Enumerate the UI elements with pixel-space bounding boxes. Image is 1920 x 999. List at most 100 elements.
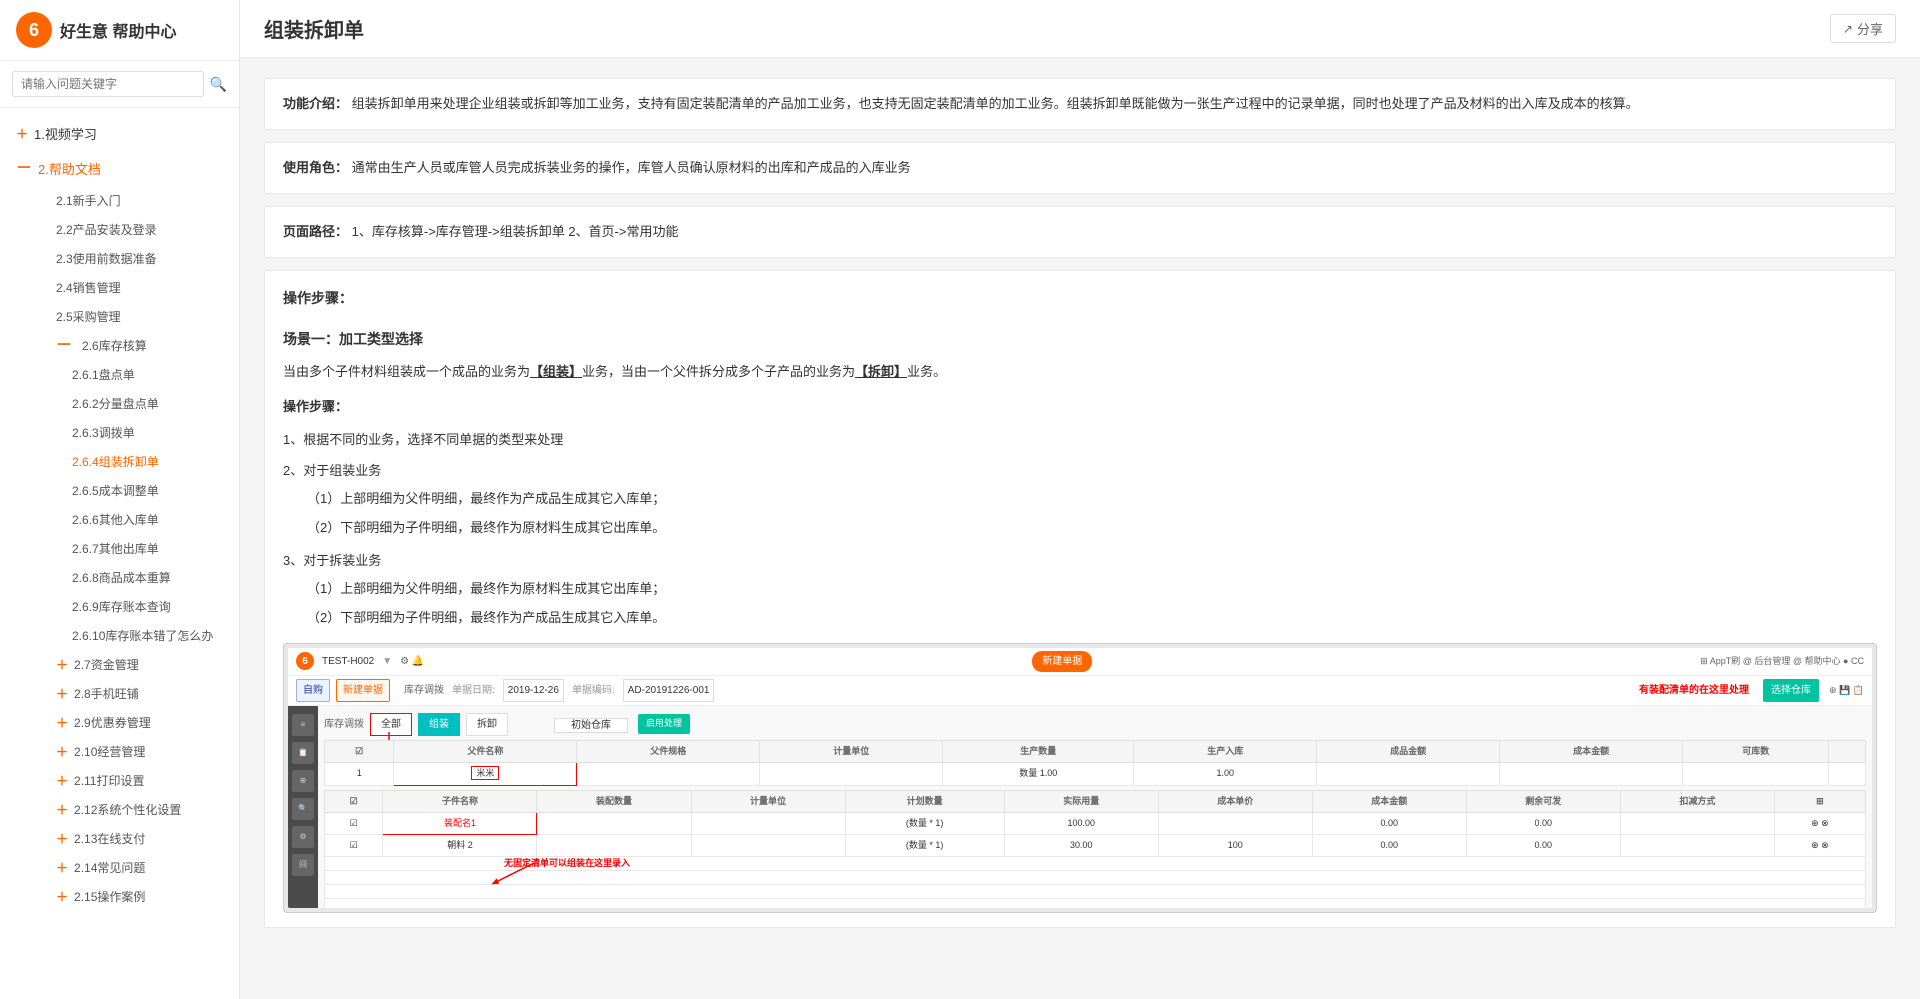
ss-toolbar-tab-home: 自购	[296, 679, 330, 702]
sidebar-item-cost-calc[interactable]: 2.6.8商品成本重算	[44, 563, 239, 592]
ss-td-prod-qty: 数量 1.00	[943, 763, 1134, 785]
ss-warehouse-input[interactable]: 初始仓库	[554, 718, 628, 733]
ss-table-parent: ☑ 父件名称 父件规格 计量单位 生产数量 生产入库 成品金额 成本金额	[324, 740, 1866, 785]
sidebar-item-ledger-query[interactable]: 2.6.9库存账本查询	[44, 592, 239, 621]
sidebar-item-label: 2.3使用前数据准备	[56, 250, 157, 267]
sidebar-item-label: 2.6.8商品成本重算	[72, 569, 171, 586]
sidebar-item-print[interactable]: ＋ 2.11打印设置	[28, 766, 239, 795]
ss-apply-btn[interactable]: 启用处理	[638, 714, 690, 733]
sidebar-item-label: 2.6.3调拨单	[72, 424, 135, 441]
sidebar-item-new[interactable]: 2.1新手入门	[28, 186, 239, 215]
plus-icon: ＋	[56, 772, 68, 789]
ss-annotation-1-text: 有装配清单的在这里处理	[1639, 681, 1749, 700]
ss-th-product-amount: 成品金额	[1317, 741, 1500, 763]
ss-table-child: ☑ 子件名称 装配数量 计量单位 计划数量 实际用量 成本单价 成本金额	[324, 790, 1866, 908]
sidebar-item-faq[interactable]: ＋ 2.14常见问题	[28, 853, 239, 882]
ss-topbar-right: ⊞ AppT刷 @ 后台管理 @ 帮助中心 ● CC	[1700, 653, 1864, 670]
ss-annotation-4-text: 无固定清单可以组装在这里录入	[504, 855, 630, 872]
search-icon[interactable]: 🔍	[210, 76, 227, 93]
ss-td-empty-5	[325, 884, 1866, 898]
search-input[interactable]	[12, 71, 204, 97]
plus-icon: ＋	[56, 656, 68, 673]
sidebar-item-install[interactable]: 2.2产品安装及登录	[28, 215, 239, 244]
sidebar-item-mobile[interactable]: ＋ 2.8手机旺铺	[28, 679, 239, 708]
sidebar-item-label: 2.6.4组装拆卸单	[72, 453, 159, 470]
ss-td2-cost-amt2: 0.00	[1312, 834, 1466, 856]
sidebar-item-label: 2.6库存核算	[82, 337, 147, 354]
ss-td-unit	[760, 763, 943, 785]
ss-type-assembly-btn[interactable]: 组装	[418, 713, 460, 736]
sidebar-item-assembly[interactable]: 2.6.4组装拆卸单	[44, 447, 239, 476]
sidebar-item-label: 2.8手机旺铺	[74, 685, 139, 702]
sidebar-item-sales[interactable]: 2.4销售管理	[28, 273, 239, 302]
sidebar-item-split-stocktake[interactable]: 2.6.2分量盘点单	[44, 389, 239, 418]
sidebar-item-label: 2.6.2分量盘点单	[72, 395, 159, 412]
ss-td2-plan-qty2: (数量 * 1)	[845, 834, 1004, 856]
step-2-1: （1）上部明细为父件明细，最终作为产成品生成其它入库单；	[307, 487, 1877, 512]
sidebar-item-adjust[interactable]: 2.6.3调拨单	[44, 418, 239, 447]
sidebar-item-label: 1.视频学习	[34, 124, 97, 143]
ss-nav-icon-2: 📋	[292, 742, 314, 764]
ss-confirm-btn[interactable]: 选择仓库	[1763, 679, 1819, 702]
sidebar-item-ledger-error[interactable]: 2.6.10库存账本错了怎么办	[44, 621, 239, 650]
ss-td2-actual: 100.00	[1004, 812, 1158, 834]
page-title: 组装拆卸单	[264, 14, 364, 43]
sidebar-item-stocktake[interactable]: 2.6.1盘点单	[44, 360, 239, 389]
sidebar-item-docs[interactable]: － 2.帮助文档	[0, 151, 239, 186]
sidebar-item-label: 2.6.10库存账本错了怎么办	[72, 627, 213, 644]
ss-td2-asm-qty	[537, 812, 691, 834]
plus-icon: ＋	[56, 801, 68, 818]
path-intro-block: 页面路径： 1、库存核算->库存管理->组装拆卸单 2、首页->常用功能	[264, 206, 1896, 258]
share-button[interactable]: ↗ 分享	[1830, 14, 1896, 43]
sidebar-item-coupon[interactable]: ＋ 2.9优惠券管理	[28, 708, 239, 737]
ss-annotation-3-area: 初始仓库	[554, 712, 628, 737]
sidebar-item-cases[interactable]: ＋ 2.15操作案例	[28, 882, 239, 911]
ss-new-doc-btn: 新建单据	[1032, 651, 1092, 672]
sidebar-item-label: 2.6.7其他出库单	[72, 540, 159, 557]
feature-text: 组装拆卸单用来处理企业组装或拆卸等加工业务，支持有固定装配清单的产品加工业务，也…	[352, 96, 1639, 111]
ss-th-unit: 计量单位	[760, 741, 943, 763]
ss-th2-cost-amount: 成本金额	[1312, 790, 1466, 812]
sidebar-item-purchase[interactable]: 2.5采购管理	[28, 302, 239, 331]
minus-icon-storage: －	[56, 338, 72, 354]
sidebar-item-label: 2.4销售管理	[56, 279, 121, 296]
ss-td2-deduct	[1620, 812, 1774, 834]
sidebar-item-ops[interactable]: ＋ 2.10经营管理	[28, 737, 239, 766]
table-row: ☑ 装配名1 (数量 * 1) 100.00 0.00	[325, 812, 1866, 834]
sidebar-item-finance[interactable]: ＋ 2.7资金管理	[28, 650, 239, 679]
table-row: 1 米米 数量 1.00 1.00	[325, 763, 1866, 785]
search-box: 🔍	[0, 61, 239, 108]
ss-td-name-inner: 米米	[471, 766, 499, 780]
step-3-1: （1）上部明细为父件明细，最终作为原材料生成其它出库单；	[307, 577, 1877, 602]
sidebar-item-out-other[interactable]: 2.6.7其他出库单	[44, 534, 239, 563]
sidebar-item-prepare[interactable]: 2.3使用前数据准备	[28, 244, 239, 273]
ss-topbar-arrow: ▼	[382, 652, 392, 671]
sidebar-item-personalize[interactable]: ＋ 2.12系统个性化设置	[28, 795, 239, 824]
ss-td-empty-6	[325, 898, 1866, 907]
sidebar-item-label: 2.9优惠券管理	[74, 714, 151, 731]
ss-type-disassemble-btn[interactable]: 拆卸	[466, 713, 508, 736]
sidebar-item-cost-adjust[interactable]: 2.6.5成本调整单	[44, 476, 239, 505]
feature-label: 功能介绍：	[283, 96, 348, 111]
sidebar-item-storage[interactable]: － 2.6库存核算	[28, 331, 239, 360]
role-text: 通常由生产人员或库管人员完成拆装业务的操作，库管人员确认原材料的出库和产成品的入…	[352, 160, 911, 175]
scene1-ops-label: 操作步骤：	[283, 395, 1877, 420]
table-row	[325, 870, 1866, 884]
operations-block: 操作步骤： 场景一：加工类型选择 当由多个子件材料组装成一个成品的业务为【组装】…	[264, 270, 1896, 927]
step-1: 1、根据不同的业务，选择不同单据的类型来处理	[283, 428, 1877, 453]
step-2-2: （2）下部明细为子件明细，最终作为原材料生成其它出库单。	[307, 516, 1877, 541]
sidebar-sub-storage: 2.6.1盘点单 2.6.2分量盘点单 2.6.3调拨单 2.6.4组装拆卸单 …	[28, 360, 239, 650]
ss-th2-cost-price: 成本单价	[1158, 790, 1312, 812]
ss-toolbar: 自购 新建单据 库存调拨 单据日期: 2019-12-26 单据编码: AD-2…	[288, 676, 1872, 706]
sidebar: 6 好生意 帮助中心 🔍 ＋ 1.视频学习 － 2.帮助文档 2.1新手入门 2…	[0, 0, 240, 999]
ss-th2-deduct: 扣减方式	[1620, 790, 1774, 812]
sidebar-item-pay-online[interactable]: ＋ 2.13在线支付	[28, 824, 239, 853]
sidebar-item-label: 2.帮助文档	[38, 159, 101, 178]
sidebar-item-video[interactable]: ＋ 1.视频学习	[0, 116, 239, 151]
ss-th2-assembly-qty: 装配数量	[537, 790, 691, 812]
sidebar-item-in-other[interactable]: 2.6.6其他入库单	[44, 505, 239, 534]
ss-th-ops	[1829, 741, 1866, 763]
ss-th2-child-name: 子件名称	[383, 790, 537, 812]
ss-th-check: ☑	[325, 741, 394, 763]
ss-th-produce-qty: 生产数量	[943, 741, 1134, 763]
